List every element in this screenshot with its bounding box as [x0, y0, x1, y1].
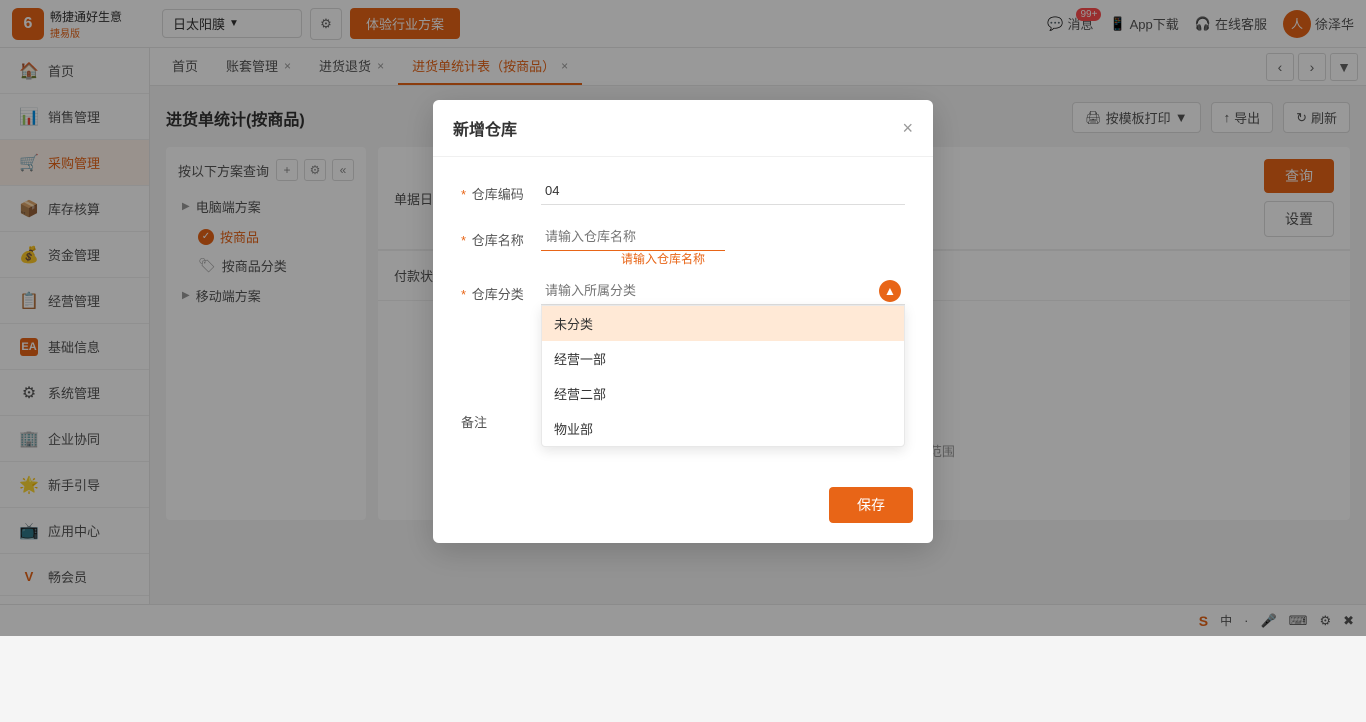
- dropdown-option-1[interactable]: 经营一部: [542, 341, 904, 376]
- notes-label: 备注: [461, 405, 541, 431]
- name-input[interactable]: [541, 223, 725, 251]
- dropdown-option-2[interactable]: 经营二部: [542, 376, 904, 411]
- form-row-code: * 仓库编码: [461, 177, 905, 205]
- name-label: * 仓库名称: [461, 223, 541, 249]
- code-label: * 仓库编码: [461, 177, 541, 203]
- category-dropdown-arrow[interactable]: ▲: [879, 280, 901, 302]
- modal-body: * 仓库编码 * 仓库名称 请输入仓库名称 *: [433, 157, 933, 475]
- category-dropdown-list: 未分类 经营一部 经营二部 物业部: [541, 305, 905, 447]
- form-row-name: * 仓库名称 请输入仓库名称: [461, 223, 905, 251]
- form-row-category: * 仓库分类 ▲ 未分类 经营一部 经营二部 物业部: [461, 277, 905, 305]
- dropdown-option-3[interactable]: 物业部: [542, 411, 904, 446]
- modal-add-warehouse: 新增仓库 × * 仓库编码 * 仓库名称 请输入仓库名称: [433, 100, 933, 543]
- modal-footer: 保存: [433, 475, 933, 543]
- name-input-wrap: 请输入仓库名称: [541, 223, 905, 251]
- name-error-msg: 请输入仓库名称: [621, 250, 705, 267]
- category-dropdown-wrap: ▲ 未分类 经营一部 经营二部 物业部: [541, 277, 905, 305]
- modal-title: 新增仓库: [453, 116, 517, 140]
- category-input[interactable]: [541, 277, 905, 305]
- category-label: * 仓库分类: [461, 277, 541, 303]
- modal-header: 新增仓库 ×: [433, 100, 933, 157]
- save-button[interactable]: 保存: [829, 487, 913, 523]
- modal-close-button[interactable]: ×: [902, 119, 913, 137]
- dropdown-option-0[interactable]: 未分类: [542, 306, 904, 341]
- modal-overlay[interactable]: 新增仓库 × * 仓库编码 * 仓库名称 请输入仓库名称: [0, 0, 1366, 636]
- code-input[interactable]: [541, 177, 905, 205]
